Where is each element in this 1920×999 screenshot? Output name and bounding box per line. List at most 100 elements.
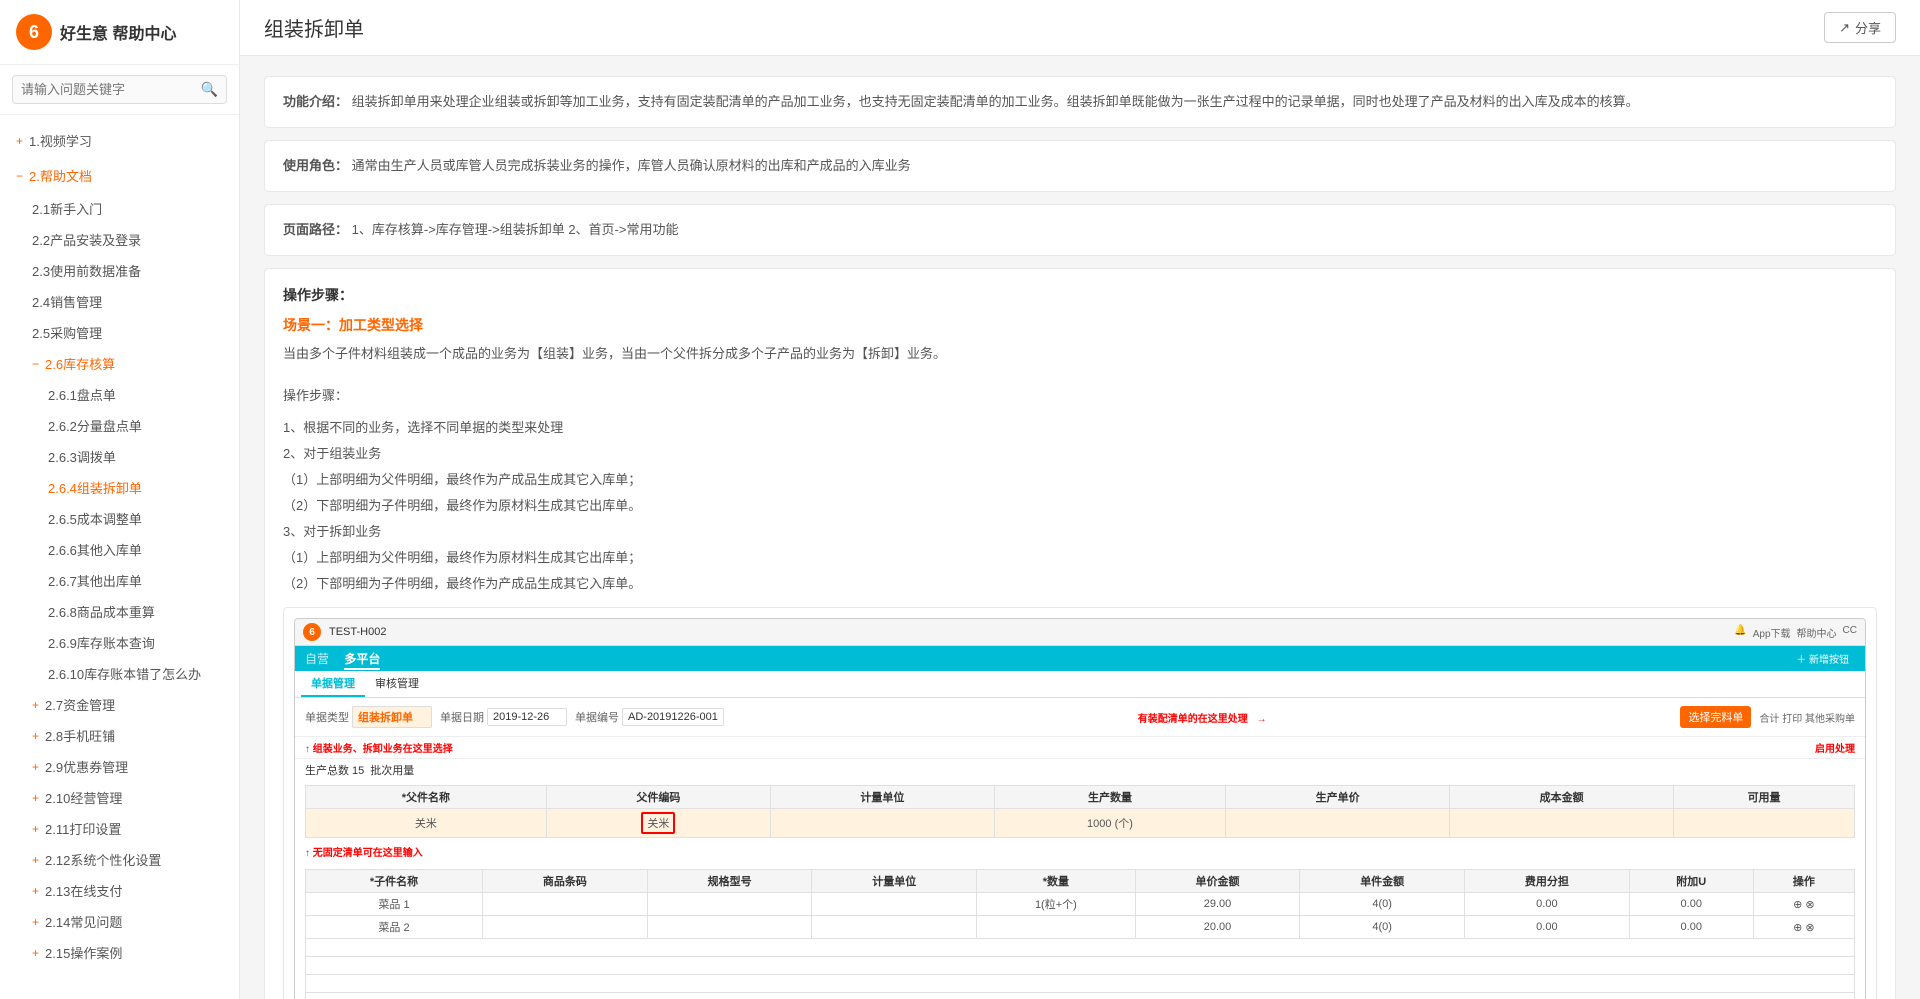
- step2-1: （1）上部明细为父件明细，最终作为产成品生成其它入库单；: [283, 467, 1877, 493]
- bth-share: 费用分担: [1465, 870, 1630, 893]
- step3-2: （2）下部明细为子件明细，最终作为产成品生成其它入库单。: [283, 571, 1877, 597]
- sidebar-item-inventory[interactable]: − 2.6库存核算: [32, 348, 239, 379]
- sidebar-item-assembly[interactable]: 2.6.4组装拆卸单: [48, 472, 239, 503]
- table-row: [306, 939, 1855, 957]
- sidebar-item-label: 2.帮助文档: [29, 166, 92, 185]
- sidebar-item-costrecalc[interactable]: 2.6.8商品成本重算: [48, 596, 239, 627]
- sidebar-item-purchase[interactable]: 2.5采购管理: [32, 317, 239, 348]
- sidebar-item-pay[interactable]: + 2.13在线支付: [32, 875, 239, 906]
- role-text: 通常由生产人员或库管人员完成拆装业务的操作，库管人员确认原材料的出库和产成品的入…: [352, 158, 911, 173]
- td-parent-code: 关米: [546, 809, 770, 838]
- mock-bottom-table: *子件名称 商品条码 规格型号 计量单位 *数量 单价金额 单件金额 费用分担 …: [305, 869, 1855, 999]
- btd-price1: 29.00: [1135, 893, 1300, 916]
- td-prod-price: [1226, 809, 1450, 838]
- plus-icon-print: +: [32, 822, 39, 836]
- annotation-processing: 有装配清单的在这里处理 →: [732, 710, 1673, 725]
- sidebar-item-docs[interactable]: − 2.帮助文档: [0, 158, 239, 193]
- bth-unit2: 计量单位: [812, 870, 977, 893]
- mock-icon-help: 帮助中心: [1797, 625, 1837, 640]
- sidebar-item-stockcheck[interactable]: 2.6.1盘点单: [48, 379, 239, 410]
- btd-sub-name2: 菜品 2: [306, 916, 483, 939]
- sidebar-item-cases-label: 2.15操作案例: [45, 943, 122, 962]
- path-text: 1、库存核算->库存管理->组装拆卸单 2、首页->常用功能: [352, 222, 679, 237]
- sidebar-item-new[interactable]: 2.1新手入门: [32, 193, 239, 224]
- sidebar-item-print[interactable]: + 2.11打印设置: [32, 813, 239, 844]
- mock-field-no: 单据编号 AD-20191226-001: [575, 708, 724, 726]
- mock-add-btn[interactable]: ＋ 新增按钮: [1796, 655, 1849, 666]
- td-unit: [770, 809, 994, 838]
- th-prod-price: 生产单价: [1226, 786, 1450, 809]
- arrow-up-icon: ↑: [305, 744, 310, 755]
- mock-sub-tab-manage[interactable]: 单据管理: [301, 671, 365, 697]
- mock-type-input[interactable]: 组装拆卸单: [352, 706, 432, 728]
- mock-sub-tab-audit[interactable]: 审核管理: [365, 671, 429, 697]
- sidebar-item-adjust[interactable]: 2.6.3调拨单: [48, 441, 239, 472]
- sidebar-item-sales[interactable]: 2.4销售管理: [32, 286, 239, 317]
- btd-extra2: 0.00: [1629, 916, 1753, 939]
- btd-qty1: 1(粒+个): [977, 893, 1136, 916]
- bth-qty: *数量: [977, 870, 1136, 893]
- bth-price: 单价金额: [1135, 870, 1300, 893]
- content-area: 功能介绍： 组装拆卸单用来处理企业组装或拆卸等加工业务，支持有固定装配清单的产品…: [240, 56, 1920, 999]
- mock-no-input[interactable]: AD-20191226-001: [622, 708, 724, 726]
- mock-date-input[interactable]: 2019-12-26: [487, 708, 567, 726]
- sidebar-item-coupon[interactable]: + 2.9优惠券管理: [32, 751, 239, 782]
- sidebar-item-install[interactable]: 2.2产品安装及登录: [32, 224, 239, 255]
- btd-act2: ⊕ ⊗: [1753, 916, 1854, 939]
- mock-green-header: 自营 多平台 ＋ 新增按钮: [295, 646, 1865, 671]
- mock-select-btn[interactable]: 选择完料单: [1680, 706, 1751, 728]
- sidebar-item-stockfix[interactable]: 2.6.10库存账本错了怎么办: [48, 658, 239, 689]
- share-button[interactable]: ↗ 分享: [1824, 12, 1896, 43]
- sidebar-item-data[interactable]: 2.3使用前数据准备: [32, 255, 239, 286]
- path-box: 页面路径： 1、库存核算->库存管理->组装拆卸单 2、首页->常用功能: [264, 204, 1896, 256]
- sidebar-item-finance-label: 2.7资金管理: [45, 695, 115, 714]
- screenshot-wrapper: 6 TEST-H002 🔔 App下载 帮助中心 CC 自营: [283, 607, 1877, 999]
- role-label: 使用角色：: [283, 158, 348, 173]
- sidebar-item-out[interactable]: 2.6.7其他出库单: [48, 565, 239, 596]
- sidebar-item-in[interactable]: 2.6.6其他入库单: [48, 534, 239, 565]
- scene1-title: 场景一：加工类型选择: [283, 315, 1877, 335]
- th-prod-qty: 生产数量: [994, 786, 1225, 809]
- mock-form-area: 单据类型 组装拆卸单 单据日期 2019-12-26 单据编号 AD-20191…: [295, 698, 1865, 737]
- nav-sub-docs: 2.1新手入门 2.2产品安装及登录 2.3使用前数据准备 2.4销售管理 2.…: [0, 193, 239, 968]
- plus-icon: +: [16, 134, 23, 148]
- bth-actions: 操作: [1753, 870, 1854, 893]
- th-parent-code: 父件编码: [546, 786, 770, 809]
- nav-sub-inventory: 2.6.1盘点单 2.6.2分量盘点单 2.6.3调拨单 2.6.4组装拆卸单 …: [32, 379, 239, 689]
- search-box: 🔍: [12, 75, 227, 104]
- search-button[interactable]: 🔍: [201, 81, 218, 98]
- mock-tab-multi[interactable]: 多平台: [344, 652, 380, 670]
- mock-top-table-header: *父件名称 父件编码 计量单位 生产数量 生产单价 成本金额 可用量: [306, 786, 1855, 809]
- logo-text: 好生意 帮助中心: [60, 20, 176, 44]
- btd-empty: [306, 993, 1855, 999]
- sidebar-item-cases[interactable]: + 2.15操作案例: [32, 937, 239, 968]
- btd-ucost1: 4(0): [1300, 893, 1465, 916]
- sidebar-item-faq-label: 2.14常见问题: [45, 912, 122, 931]
- mock-more-actions: 合计 打印 其他采购单: [1759, 710, 1855, 725]
- btd-extra1: 0.00: [1629, 893, 1753, 916]
- mock-icon-user: CC: [1843, 625, 1857, 640]
- btd-unit1: [812, 893, 977, 916]
- sidebar-item-cost[interactable]: 2.6.5成本调整单: [48, 503, 239, 534]
- td-avail-val: [1674, 809, 1855, 838]
- search-input[interactable]: [21, 82, 201, 97]
- sidebar-item-custom[interactable]: + 2.12系统个性化设置: [32, 844, 239, 875]
- sidebar-item-video[interactable]: + 1.视频学习: [0, 123, 239, 158]
- sidebar: 6 好生意 帮助中心 🔍 + 1.视频学习 − 2.帮助文档 2.1新手入门 2…: [0, 0, 240, 999]
- btd-act1: ⊕ ⊗: [1753, 893, 1854, 916]
- plus-icon-finance: +: [32, 698, 39, 712]
- plus-icon-custom: +: [32, 853, 39, 867]
- btd-empty: [306, 939, 1855, 957]
- sidebar-item-part[interactable]: 2.6.2分量盘点单: [48, 410, 239, 441]
- td-code-box[interactable]: 关米: [641, 812, 675, 834]
- sidebar-item-finance[interactable]: + 2.7资金管理: [32, 689, 239, 720]
- sidebar-item-mobile[interactable]: + 2.8手机旺铺: [32, 720, 239, 751]
- sidebar-item-stockquery[interactable]: 2.6.9库存账本查询: [48, 627, 239, 658]
- intro-box: 功能介绍： 组装拆卸单用来处理企业组装或拆卸等加工业务，支持有固定装配清单的产品…: [264, 76, 1896, 128]
- sidebar-item-ops[interactable]: + 2.10经营管理: [32, 782, 239, 813]
- btd-spec1: [647, 893, 812, 916]
- sidebar-item-faq[interactable]: + 2.14常见问题: [32, 906, 239, 937]
- mock-tab-zizhi[interactable]: 自营: [305, 652, 329, 666]
- mock-bottom-table-area: *子件名称 商品条码 规格型号 计量单位 *数量 单价金额 单件金额 费用分担 …: [295, 863, 1865, 999]
- plus-icon-cases: +: [32, 946, 39, 960]
